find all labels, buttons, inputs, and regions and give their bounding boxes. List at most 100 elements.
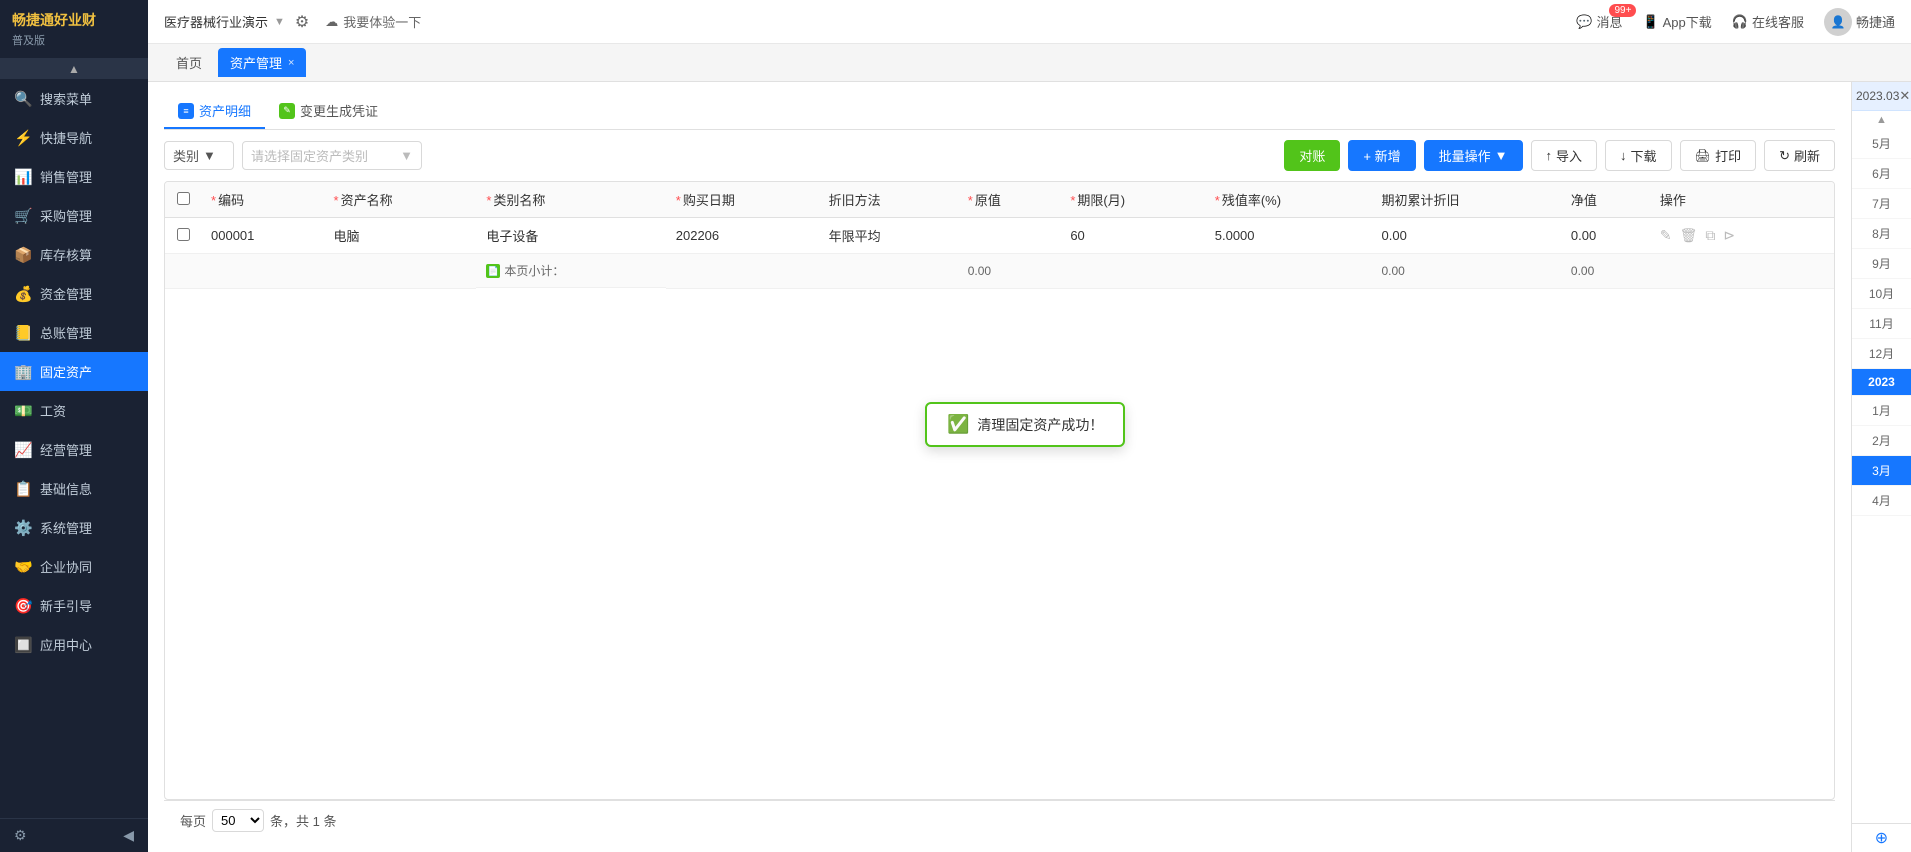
- fixed-assets-icon: 🏢: [14, 363, 32, 381]
- sidebar-item-system[interactable]: ⚙️ 系统管理: [0, 508, 148, 547]
- timeline-panel: 2023.03 ✕ ⛶ ▲ 5月6月7月8月9月10月11月12月20231月2…: [1851, 82, 1911, 852]
- sidebar-item-search[interactable]: 🔍 搜索菜单: [0, 79, 148, 118]
- reconcile-btn[interactable]: 对账: [1284, 140, 1340, 171]
- collapse-icon[interactable]: ◀: [123, 827, 134, 844]
- category-filter[interactable]: 类别 ▼: [164, 141, 234, 170]
- sidebar-item-guide[interactable]: 🎯 新手引导: [0, 586, 148, 625]
- sidebar-item-purchase[interactable]: 🛒 采购管理: [0, 196, 148, 235]
- settings-gear-icon[interactable]: ⚙: [295, 12, 309, 32]
- sub-tab-asset-detail[interactable]: ≡ 资产明细: [164, 94, 265, 129]
- print-btn[interactable]: 🖨 打印: [1680, 140, 1757, 171]
- timeline-item-12[interactable]: 4月: [1852, 486, 1911, 516]
- timeline-item-9[interactable]: 1月: [1852, 396, 1911, 426]
- sidebar-item-app-center[interactable]: 🔲 应用中心: [0, 625, 148, 664]
- download-btn[interactable]: ↓ 下载: [1605, 140, 1672, 171]
- timeline-item-7[interactable]: 12月: [1852, 339, 1911, 369]
- sub-tab-bar: ≡ 资产明细 ✎ 变更生成凭证: [164, 94, 1835, 130]
- sidebar-item-quick-nav[interactable]: ⚡ 快捷导航: [0, 118, 148, 157]
- import-btn[interactable]: ↑ 导入: [1531, 140, 1598, 171]
- online-service-btn[interactable]: 🎧 在线客服: [1732, 12, 1804, 31]
- voucher-tab-icon: ✎: [279, 103, 295, 119]
- timeline-item-1[interactable]: 6月: [1852, 159, 1911, 189]
- timeline-item-5[interactable]: 10月: [1852, 279, 1911, 309]
- tab-home[interactable]: 首页: [164, 48, 214, 77]
- refresh-icon: ↻: [1779, 148, 1790, 164]
- row-checkbox-0[interactable]: [177, 228, 190, 241]
- new-btn[interactable]: + 新增: [1348, 140, 1415, 171]
- ledger-icon: 📒: [14, 324, 32, 342]
- tab-close-icon[interactable]: ×: [288, 57, 294, 69]
- total-label: 条，共 1 条: [270, 811, 336, 830]
- sidebar-item-fixed-assets[interactable]: 🏢 固定资产: [0, 352, 148, 391]
- sidebar-item-ledger[interactable]: 📒 总账管理: [0, 313, 148, 352]
- timeline-item-4[interactable]: 9月: [1852, 249, 1911, 279]
- user-menu[interactable]: 👤 畅捷通: [1824, 8, 1895, 36]
- tab-bar: 首页 资产管理 ×: [148, 44, 1911, 82]
- timeline-item-8[interactable]: 2023: [1852, 369, 1911, 396]
- timeline-header-btns: ✕ ⛶: [1899, 88, 1911, 104]
- copy-icon-0[interactable]: ⧉: [1705, 227, 1715, 244]
- timeline-item-3[interactable]: 8月: [1852, 219, 1911, 249]
- company-name: 医疗器械行业演示: [164, 12, 268, 31]
- sidebar-item-finance[interactable]: 💰 资金管理: [0, 274, 148, 313]
- sidebar-scroll-up[interactable]: ▲: [0, 59, 148, 79]
- col-initial-depreciation: 期初累计折旧: [1372, 182, 1561, 218]
- batch-btn-label: 批量操作: [1439, 146, 1491, 165]
- timeline-item-11[interactable]: 3月: [1852, 456, 1911, 486]
- timeline-item-6[interactable]: 11月: [1852, 309, 1911, 339]
- batch-btn[interactable]: 批量操作 ▼: [1424, 140, 1523, 171]
- settings-icon[interactable]: ⚙: [14, 827, 27, 844]
- online-service-label: 在线客服: [1752, 12, 1804, 31]
- category-filter-arrow: ▼: [203, 148, 216, 163]
- table-header-row: *编码 *资产名称 *类别名称 *购买日期 折旧方法 *原值 *期限(月) *残…: [165, 182, 1834, 218]
- delete-icon-0[interactable]: 🗑: [1680, 227, 1698, 244]
- company-selector[interactable]: 医疗器械行业演示 ▼: [164, 12, 285, 31]
- more-icon-0[interactable]: ⊳: [1723, 227, 1735, 244]
- toolbar-right: 对账 + 新增 批量操作 ▼ ↑ 导入 ↓ 下载: [1284, 140, 1835, 171]
- sidebar-item-sales[interactable]: 📊 销售管理: [0, 157, 148, 196]
- edit-icon-0[interactable]: ✎: [1660, 227, 1672, 244]
- subtotal-empty6: [1205, 254, 1372, 289]
- subtotal-label-cell: 📄 本页小计：: [476, 254, 665, 288]
- select-all-checkbox[interactable]: [177, 192, 190, 205]
- sidebar-item-basic-info[interactable]: 📋 基础信息: [0, 469, 148, 508]
- app-download-icon: 📱: [1642, 14, 1658, 30]
- app-download-btn[interactable]: 📱 App下载: [1642, 12, 1711, 31]
- col-category: *类别名称: [476, 182, 665, 218]
- refresh-btn[interactable]: ↻ 刷新: [1764, 140, 1835, 171]
- asset-detail-tab-icon: ≡: [178, 103, 194, 119]
- row-category-0: 电子设备: [476, 218, 665, 254]
- category-select-placeholder: 请选择固定资产类别: [251, 146, 368, 165]
- purchase-icon: 🛒: [14, 207, 32, 225]
- category-select[interactable]: 请选择固定资产类别 ▼: [242, 141, 422, 170]
- timeline-item-0[interactable]: 5月: [1852, 129, 1911, 159]
- sidebar-item-label-operations: 经营管理: [40, 440, 92, 459]
- row-initial-dep-0: 0.00: [1372, 218, 1561, 254]
- per-page-select[interactable]: 50 100: [212, 809, 264, 832]
- timeline-item-10[interactable]: 2月: [1852, 426, 1911, 456]
- sidebar-item-salary[interactable]: 💵 工资: [0, 391, 148, 430]
- refresh-btn-label: 刷新: [1794, 146, 1820, 165]
- sidebar-item-inventory[interactable]: 📦 库存核算: [0, 235, 148, 274]
- sidebar-item-label-enterprise: 企业协同: [40, 557, 92, 576]
- timeline-expand-down-icon[interactable]: ⊕: [1875, 828, 1888, 848]
- tab-assets-label: 资产管理: [230, 53, 282, 72]
- timeline-close-btn[interactable]: ✕: [1899, 88, 1910, 104]
- sidebar-item-enterprise[interactable]: 🤝 企业协同: [0, 547, 148, 586]
- timeline-item-2[interactable]: 7月: [1852, 189, 1911, 219]
- message-btn[interactable]: 💬 消息 99+: [1576, 12, 1622, 31]
- asset-table-container: *编码 *资产名称 *类别名称 *购买日期 折旧方法 *原值 *期限(月) *残…: [164, 181, 1835, 800]
- tab-assets[interactable]: 资产管理 ×: [218, 48, 306, 77]
- sidebar-item-operations[interactable]: 📈 经营管理: [0, 430, 148, 469]
- import-icon: ↑: [1546, 148, 1553, 163]
- system-icon: ⚙️: [14, 519, 32, 537]
- row-actions-0: ✎ 🗑 ⧉ ⊳: [1650, 218, 1834, 254]
- experience-btn[interactable]: ☁ 我要体验一下: [325, 12, 421, 31]
- col-period: *期限(月): [1060, 182, 1204, 218]
- timeline-scroll-up-btn[interactable]: ▲: [1852, 111, 1911, 129]
- table-row: 000001 电脑 电子设备 202206 年限平均 60 5.0000 0.0…: [165, 218, 1834, 254]
- message-badge: 99+: [1609, 4, 1636, 17]
- sub-tab-voucher[interactable]: ✎ 变更生成凭证: [265, 94, 392, 129]
- sidebar: 畅捷通好业财 普及版 ▲ 🔍 搜索菜单 ⚡ 快捷导航 📊 销售管理 🛒 采购管理…: [0, 0, 148, 852]
- online-service-icon: 🎧: [1732, 14, 1748, 30]
